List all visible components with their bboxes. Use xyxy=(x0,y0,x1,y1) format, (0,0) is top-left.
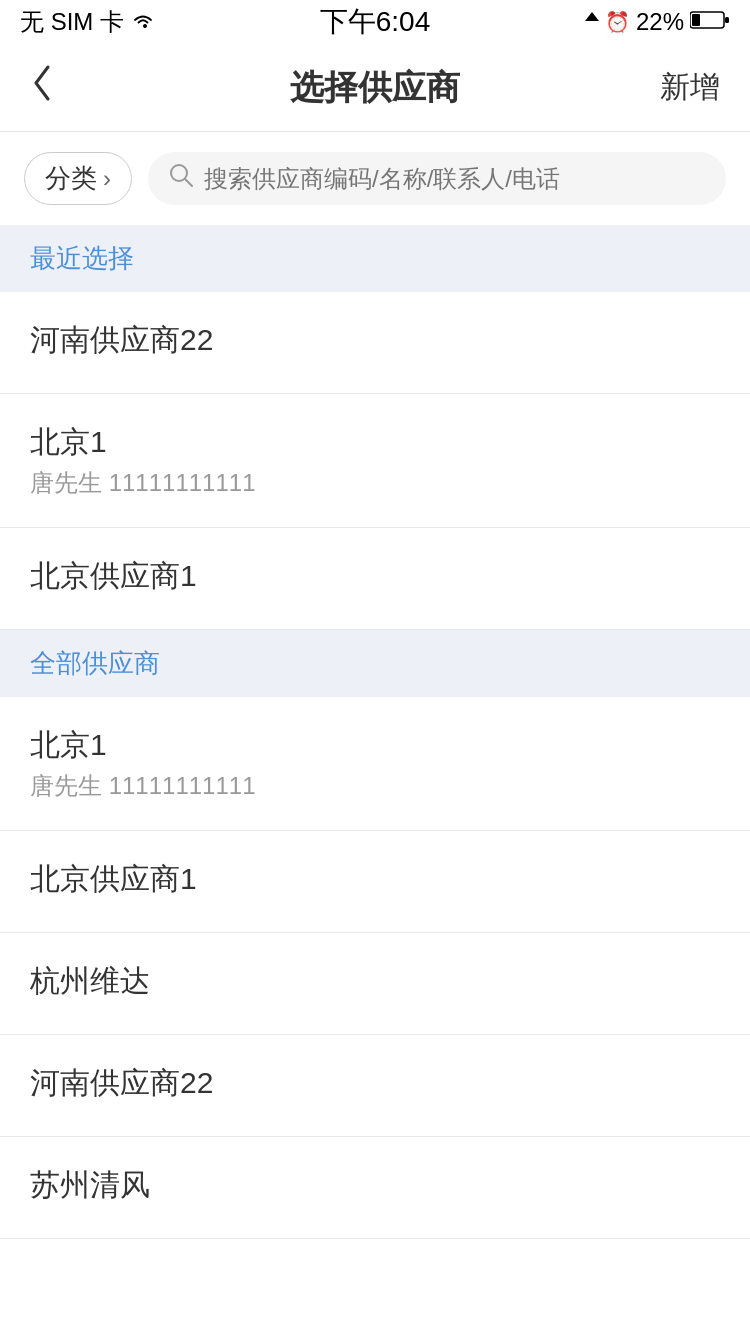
item-name: 河南供应商22 xyxy=(30,1063,720,1104)
list-item[interactable]: 北京供应商1 xyxy=(0,831,750,933)
svg-rect-1 xyxy=(692,14,700,26)
svg-rect-2 xyxy=(725,17,729,23)
filter-bar: 分类 › xyxy=(0,132,750,225)
svg-line-4 xyxy=(185,179,192,186)
item-sub: 唐先生 11111111111 xyxy=(30,467,720,499)
category-label: 分类 xyxy=(45,161,97,196)
location-icon xyxy=(585,8,599,36)
status-left: 无 SIM 卡 xyxy=(20,6,154,38)
recent-section-header: 最近选择 xyxy=(0,225,750,292)
list-item[interactable]: 北京供应商1 xyxy=(0,528,750,630)
wifi-icon xyxy=(132,8,154,36)
item-sub: 唐先生 11111111111 xyxy=(30,770,720,802)
back-button[interactable] xyxy=(30,63,90,112)
search-box xyxy=(148,152,726,205)
recent-list: 河南供应商22 北京1 唐先生 11111111111 北京供应商1 xyxy=(0,292,750,630)
all-list: 北京1 唐先生 11111111111 北京供应商1 杭州维达河南供应商22 苏州清风 xyxy=(0,697,750,1239)
status-bar: 无 SIM 卡 下午6:04 ⏰ 22% xyxy=(0,0,750,44)
item-name: 北京供应商1 xyxy=(30,859,720,900)
item-name: 苏州清风 xyxy=(30,1165,720,1206)
list-item[interactable]: 苏州清风 xyxy=(0,1137,750,1239)
search-icon xyxy=(168,162,194,195)
nav-bar: 选择供应商 新增 xyxy=(0,44,750,132)
list-item[interactable]: 河南供应商22 xyxy=(0,292,750,394)
add-button[interactable]: 新增 xyxy=(660,67,720,108)
search-input[interactable] xyxy=(204,165,706,193)
battery-percent: 22% xyxy=(636,8,684,36)
all-section-header: 全部供应商 xyxy=(0,630,750,697)
list-item[interactable]: 北京1 唐先生 11111111111 xyxy=(0,394,750,528)
item-name: 河南供应商22 xyxy=(30,320,720,361)
category-filter[interactable]: 分类 › xyxy=(24,152,132,205)
page-title: 选择供应商 xyxy=(290,65,460,111)
list-item[interactable]: 杭州维达 xyxy=(0,933,750,1035)
item-name: 北京1 xyxy=(30,422,720,463)
carrier-label: 无 SIM 卡 xyxy=(20,6,124,38)
alarm-icon: ⏰ xyxy=(605,10,630,34)
list-item[interactable]: 河南供应商22 xyxy=(0,1035,750,1137)
battery-icon xyxy=(690,8,730,36)
status-time: 下午6:04 xyxy=(320,3,431,41)
status-right: ⏰ 22% xyxy=(585,8,730,36)
list-item[interactable]: 北京1 唐先生 11111111111 xyxy=(0,697,750,831)
chevron-right-icon: › xyxy=(103,165,111,193)
item-name: 杭州维达 xyxy=(30,961,720,1002)
item-name: 北京1 xyxy=(30,725,720,766)
item-name: 北京供应商1 xyxy=(30,556,720,597)
